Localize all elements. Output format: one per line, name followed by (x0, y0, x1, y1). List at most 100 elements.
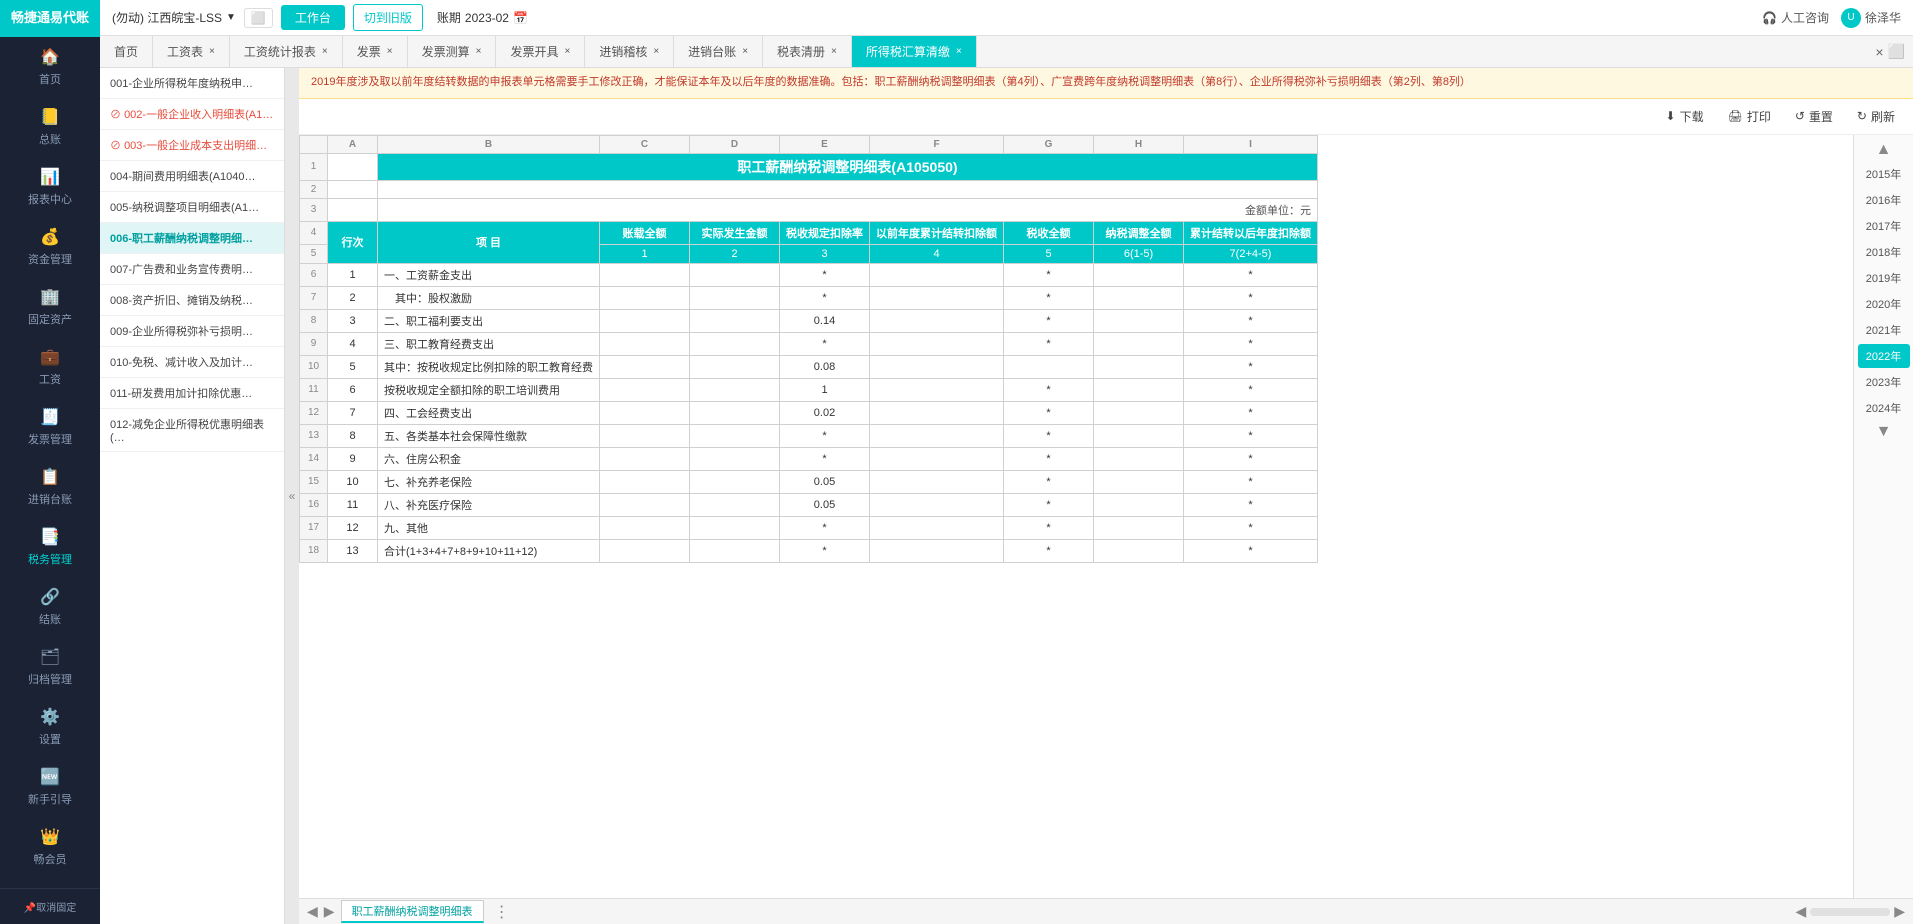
col-header-book-amount: 账载全额 (600, 221, 690, 244)
spreadsheet-table: A B C D E F G H I (299, 135, 1318, 563)
year-2024[interactable]: 2024年 (1858, 396, 1910, 420)
tab-ledger-close[interactable]: × (742, 46, 748, 57)
year-2022[interactable]: 2022年 (1858, 344, 1910, 368)
file-item-008[interactable]: 008-资产折旧、摊销及纳税… (100, 285, 284, 316)
scroll-left-btn[interactable]: ◀ (1795, 903, 1806, 920)
sidebar-item-invoice[interactable]: 🧾 发票管理 (0, 397, 100, 457)
sidebar-item-close[interactable]: 🔗 结账 (0, 577, 100, 637)
period-selector[interactable]: 账期 2023-02 📅 (437, 9, 528, 26)
year-nav-up[interactable]: ▲ (1876, 139, 1892, 161)
file-item-010[interactable]: 010-免税、减计收入及加计… (100, 347, 284, 378)
col-header-rownum (300, 135, 328, 153)
sidebar-item-report[interactable]: 📊 报表中心 (0, 157, 100, 217)
home-icon: 🏠 (40, 47, 60, 67)
sheet-more-options[interactable]: ⋮ (494, 902, 510, 922)
table-row: 1 职工薪酬纳税调整明细表(A105050) (300, 153, 1318, 180)
sidebar-cancel-fixed[interactable]: 📌取消固定 (0, 888, 100, 924)
tabs-fullscreen-button[interactable]: ⬜ (1888, 43, 1905, 60)
file-item-009[interactable]: 009-企业所得税弥补亏损明… (100, 316, 284, 347)
tab-invoice-open[interactable]: 发票开具 × (496, 36, 585, 67)
year-2019[interactable]: 2019年 (1858, 266, 1910, 290)
file-item-003[interactable]: ⊘ 003-一般企业成本支出明细… (100, 130, 284, 161)
reset-button[interactable]: ↺ 重置 (1789, 105, 1839, 128)
print-button[interactable]: 🖨 打印 (1722, 105, 1777, 128)
horizontal-scrollbar[interactable] (1810, 908, 1890, 916)
file-item-005[interactable]: 005-纳税调整项目明细表(A1… (100, 192, 284, 223)
year-2016[interactable]: 2016年 (1858, 188, 1910, 212)
file-item-004[interactable]: 004-期间费用明细表(A1040… (100, 161, 284, 192)
tab-salary-report[interactable]: 工资统计报表 × (230, 36, 343, 67)
tabs-close-button[interactable]: × (1875, 44, 1883, 60)
user-menu[interactable]: U 徐泽华 (1841, 8, 1901, 28)
notice-bar: 2019年度涉及取以前年度结转数据的申报表单元格需要手工修改正确，才能保证本年及… (299, 68, 1913, 99)
tab-income-tax-close[interactable]: × (956, 46, 962, 57)
sidebar-item-asset[interactable]: 🏢 固定资产 (0, 277, 100, 337)
tab-income-tax[interactable]: 所得税汇算清缴 × (852, 36, 977, 67)
tab-salary[interactable]: 工资表 × (153, 36, 230, 67)
sidebar-item-guide[interactable]: 🆕 新手引导 (0, 757, 100, 817)
tab-tax-clear-close[interactable]: × (831, 46, 837, 57)
sidebar-item-salary[interactable]: 💼 工资 (0, 337, 100, 397)
scroll-right-btn[interactable]: ▶ (1894, 903, 1905, 920)
app-logo[interactable]: 畅捷通易代账 (0, 0, 100, 37)
tab-invoice-close[interactable]: × (387, 46, 393, 57)
tab-audit-close[interactable]: × (653, 46, 659, 57)
invoice-icon: 🧾 (40, 407, 60, 427)
tab-home[interactable]: 首页 (100, 36, 153, 67)
tab-invoice-calc[interactable]: 发票测算 × (408, 36, 497, 67)
year-2015[interactable]: 2015年 (1858, 162, 1910, 186)
refresh-icon: ↻ (1857, 109, 1867, 123)
tab-salary-close[interactable]: × (209, 46, 215, 57)
file-item-002[interactable]: ⊘ 002-一般企业收入明细表(A1… (100, 99, 284, 130)
year-2021[interactable]: 2021年 (1858, 318, 1910, 342)
collapse-panel-button[interactable]: « (285, 68, 299, 924)
file-item-001[interactable]: 001-企业所得税年度纳税申… (100, 68, 284, 99)
file-item-006[interactable]: 006-职工薪酬纳税调整明细… (100, 223, 284, 254)
topbar: (勿动) 江西皖宝-LSS ▼ ⬜ 工作台 切到旧版 账期 2023-02 📅 … (100, 0, 1913, 36)
tab-tax-clear[interactable]: 税表清册 × (763, 36, 852, 67)
tab-invoice-open-close[interactable]: × (564, 46, 570, 57)
tab-invoice-calc-close[interactable]: × (476, 46, 482, 57)
tab-ledger[interactable]: 进销台账 × (674, 36, 763, 67)
download-button[interactable]: ⬇ 下载 (1660, 105, 1710, 128)
unit-label: 金额单位：元 (378, 198, 1318, 221)
sidebar-item-home[interactable]: 🏠 首页 (0, 37, 100, 97)
sidebar-item-member[interactable]: 👑 畅会员 (0, 817, 100, 877)
year-2020[interactable]: 2020年 (1858, 292, 1910, 316)
sidebar-item-tax[interactable]: 📑 税务管理 (0, 517, 100, 577)
ledger-icon: 📒 (40, 107, 60, 127)
archive-icon: 🗂 (40, 647, 60, 667)
tab-invoice[interactable]: 发票 × (343, 36, 408, 67)
year-2023[interactable]: 2023年 (1858, 370, 1910, 394)
sheet-nav-right[interactable]: ▶ (324, 903, 335, 920)
salary-icon: 💼 (40, 347, 60, 367)
refresh-button[interactable]: ↻ 刷新 (1851, 105, 1901, 128)
col-header-future-carryforward: 累计结转以后年度扣除额 (1184, 221, 1318, 244)
file-item-011[interactable]: 011-研发费用加计扣除优惠… (100, 378, 284, 409)
sheet-nav-left[interactable]: ◀ (307, 903, 318, 920)
error-icon-2: ⊘ (110, 140, 124, 152)
file-item-007[interactable]: 007-广告费和业务宣传费明… (100, 254, 284, 285)
col-header-a: A (328, 135, 378, 153)
col-header-f: F (870, 135, 1004, 153)
workspace-button[interactable]: 工作台 (281, 5, 345, 30)
year-2018[interactable]: 2018年 (1858, 240, 1910, 264)
sidebar-item-ledger[interactable]: 📒 总账 (0, 97, 100, 157)
table-row: 4 行次 项 目 账载全额 实际发生金额 税收规定扣除率 以前年度累计结转扣除额… (300, 221, 1318, 244)
account-query[interactable]: 🎧 人工咨询 (1762, 9, 1829, 26)
company-copy-button[interactable]: ⬜ (244, 8, 273, 28)
company-selector[interactable]: (勿动) 江西皖宝-LSS ▼ (112, 9, 236, 26)
tab-salary-report-close[interactable]: × (322, 46, 328, 57)
sidebar-item-finance[interactable]: 💰 资金管理 (0, 217, 100, 277)
sidebar-item-archive[interactable]: 🗂 归档管理 (0, 637, 100, 697)
year-nav-down[interactable]: ▼ (1876, 421, 1892, 443)
table-row: 2 (300, 180, 1318, 198)
year-2017[interactable]: 2017年 (1858, 214, 1910, 238)
sheet-wrapper[interactable]: A B C D E F G H I (299, 135, 1853, 898)
tab-audit[interactable]: 进销稽核 × (585, 36, 674, 67)
sidebar-item-sales[interactable]: 📋 进销台账 (0, 457, 100, 517)
switch-old-button[interactable]: 切到旧版 (353, 4, 423, 31)
sidebar-item-settings[interactable]: ⚙️ 设置 (0, 697, 100, 757)
file-item-012[interactable]: 012-减免企业所得税优惠明细表(… (100, 409, 284, 452)
sheet-tab-main[interactable]: 职工薪酬纳税调整明细表 (341, 900, 484, 923)
